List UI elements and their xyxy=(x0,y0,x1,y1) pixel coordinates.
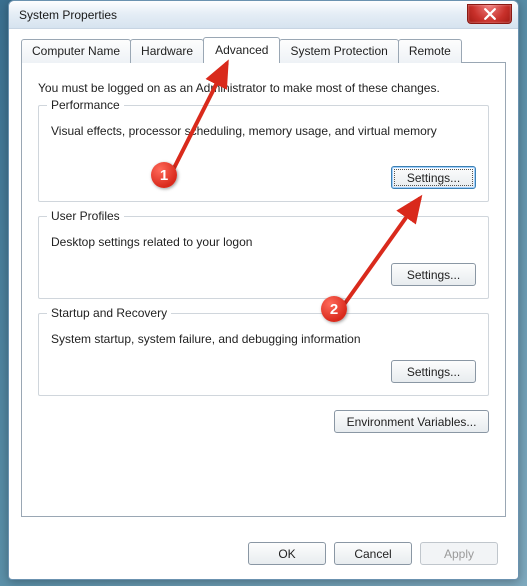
group-performance-desc: Visual effects, processor scheduling, me… xyxy=(51,124,476,138)
ok-button[interactable]: OK xyxy=(248,542,326,565)
titlebar: System Properties xyxy=(9,1,518,29)
tab-remote[interactable]: Remote xyxy=(398,39,462,63)
group-startup-legend: Startup and Recovery xyxy=(47,306,171,320)
system-properties-window: System Properties Computer Name Hardware… xyxy=(8,0,519,580)
startup-settings-button[interactable]: Settings... xyxy=(391,360,476,383)
group-user-profiles-desc: Desktop settings related to your logon xyxy=(51,235,476,249)
apply-button[interactable]: Apply xyxy=(420,542,498,565)
tabstrip: Computer Name Hardware Advanced System P… xyxy=(21,39,506,63)
group-user-profiles-legend: User Profiles xyxy=(47,209,124,223)
close-icon xyxy=(484,8,496,20)
group-startup-recovery: Startup and Recovery System startup, sys… xyxy=(38,313,489,396)
tab-system-protection[interactable]: System Protection xyxy=(279,39,398,63)
annotation-marker-2: 2 xyxy=(321,296,347,322)
cancel-button[interactable]: Cancel xyxy=(334,542,412,565)
group-performance: Performance Visual effects, processor sc… xyxy=(38,105,489,202)
environment-variables-button[interactable]: Environment Variables... xyxy=(334,410,489,433)
tab-computer-name[interactable]: Computer Name xyxy=(21,39,131,63)
window-title: System Properties xyxy=(9,8,467,22)
tab-advanced[interactable]: Advanced xyxy=(203,37,280,63)
dialog-button-row: OK Cancel Apply xyxy=(248,542,498,565)
intro-text: You must be logged on as an Administrato… xyxy=(38,81,489,95)
tab-panel-advanced: You must be logged on as an Administrato… xyxy=(21,62,506,517)
client-area: Computer Name Hardware Advanced System P… xyxy=(9,29,518,529)
user-profiles-settings-button[interactable]: Settings... xyxy=(391,263,476,286)
annotation-marker-1: 1 xyxy=(151,162,177,188)
group-startup-desc: System startup, system failure, and debu… xyxy=(51,332,476,346)
group-user-profiles: User Profiles Desktop settings related t… xyxy=(38,216,489,299)
close-button[interactable] xyxy=(467,4,512,24)
performance-settings-button[interactable]: Settings... xyxy=(391,166,476,189)
tab-hardware[interactable]: Hardware xyxy=(130,39,204,63)
group-performance-legend: Performance xyxy=(47,98,124,112)
